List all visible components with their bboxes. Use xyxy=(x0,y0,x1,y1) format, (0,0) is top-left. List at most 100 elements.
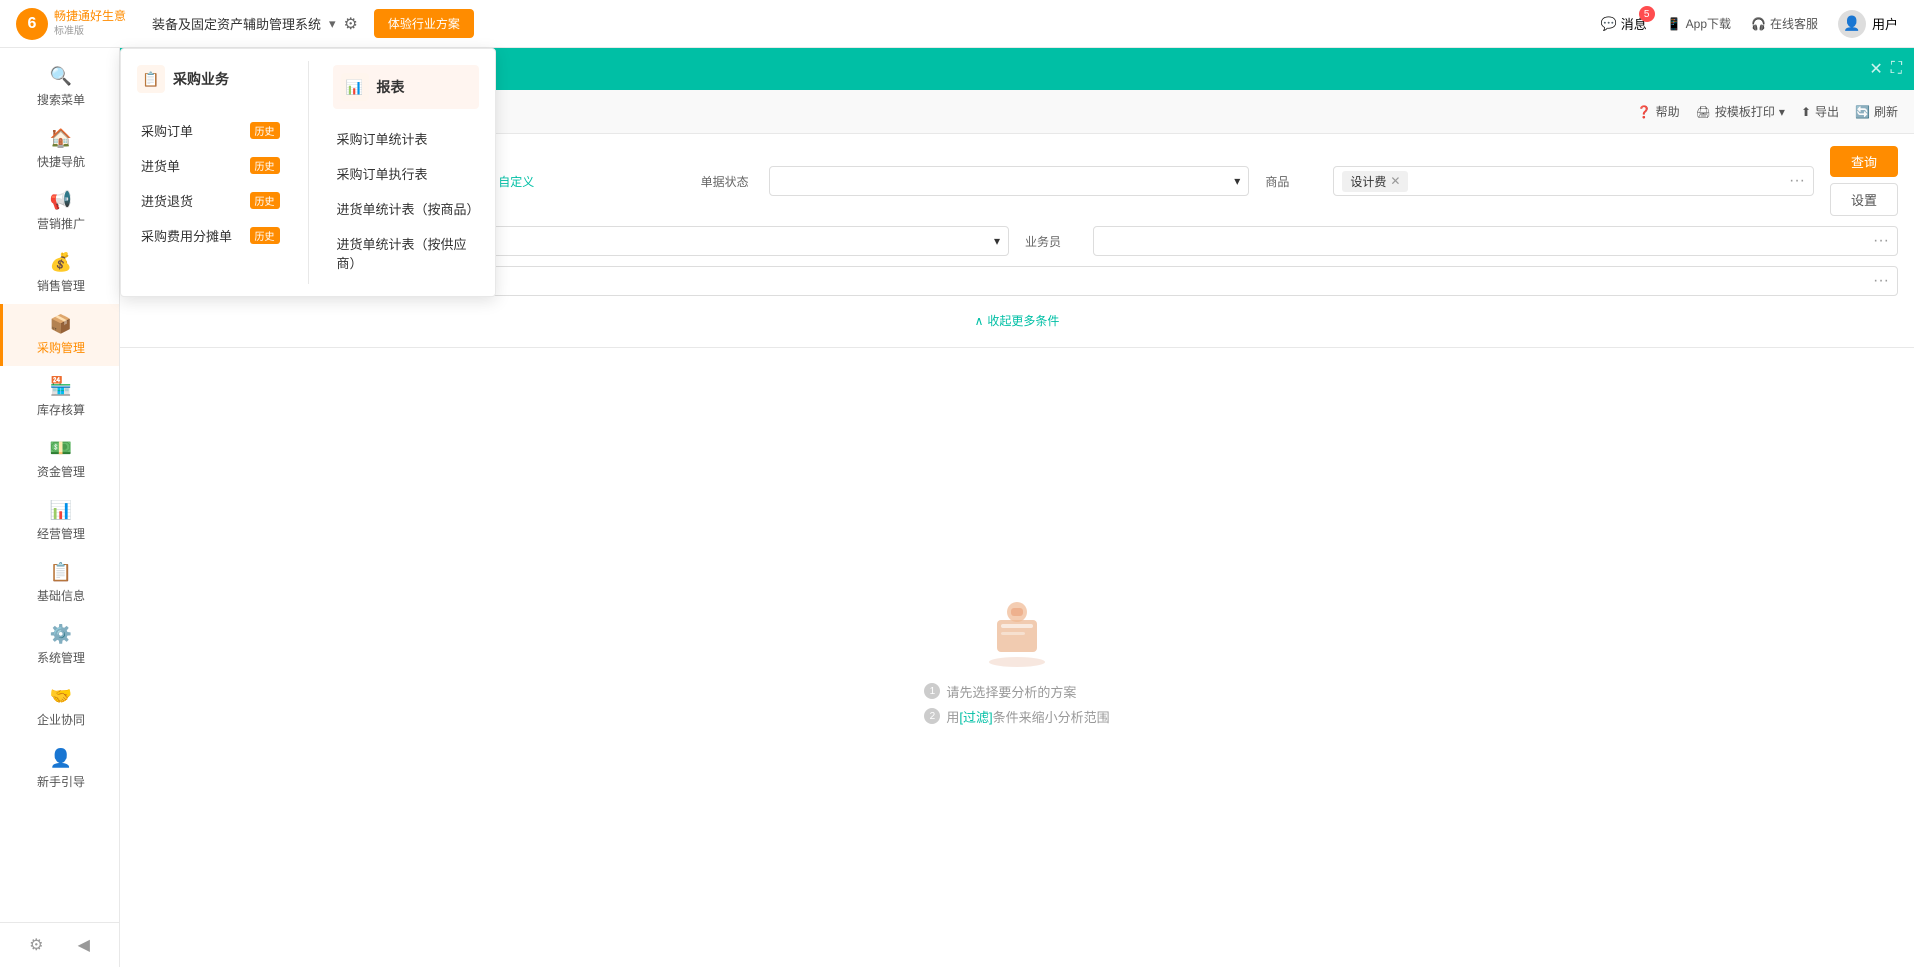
refresh-icon: 🔄 xyxy=(1855,105,1870,119)
home-icon: 🏠 xyxy=(50,128,72,149)
export-icon: ⬆ xyxy=(1801,105,1811,119)
sidebar-item-sales[interactable]: 💰 销售管理 xyxy=(0,242,119,304)
app-download[interactable]: 📱 App下载 xyxy=(1667,15,1731,32)
sidebar-item-inventory[interactable]: 🏪 库存核算 xyxy=(0,366,119,428)
logo-icon: 6 xyxy=(16,8,48,40)
sidebar-label-marketing: 营销推广 xyxy=(37,215,85,232)
sidebar-label-capital: 资金管理 xyxy=(37,463,85,480)
report-column-icon: 📊 xyxy=(341,73,369,101)
logo-area: 6 畅捷通好生意 标准版 xyxy=(16,8,136,40)
guide-icon: 👤 xyxy=(50,748,72,769)
dropdown-item-goods-receipt[interactable]: 进货单 历史 xyxy=(137,148,284,183)
collapse-icon: ∧ xyxy=(975,314,984,328)
message-badge: 5 xyxy=(1639,6,1655,22)
refresh-btn[interactable]: 🔄 刷新 xyxy=(1855,103,1898,120)
online-service[interactable]: 🎧 在线客服 xyxy=(1751,15,1818,32)
empty-state: 1 请先选择要分析的方案 2 用[过滤]条件来缩小分析范围 xyxy=(924,590,1109,726)
goods-filter: 商品 设计费 ✕ ··· xyxy=(1265,166,1814,196)
system-icon: ⚙️ xyxy=(50,624,72,645)
goods-tag: 设计费 ✕ xyxy=(1342,171,1408,192)
tag-close-icon[interactable]: ✕ xyxy=(1390,174,1400,188)
dropdown-item-report-1[interactable]: 采购订单统计表 xyxy=(333,121,480,156)
phone-icon: 📱 xyxy=(1667,17,1682,31)
report-column-title: 报表 xyxy=(377,77,405,97)
report-column: 📊 报表 采购订单统计表 采购订单执行表 进货单统计表（按商品） 进货单统计表（… xyxy=(333,65,480,280)
dropdown-item-report-2[interactable]: 采购订单执行表 xyxy=(333,156,480,191)
salesperson-filter: 业务员 ··· xyxy=(1025,226,1898,256)
status-filter: 单据状态 ▾ xyxy=(701,166,1250,196)
export-btn[interactable]: ⬆ 导出 xyxy=(1801,103,1839,120)
window-close-icon[interactable]: ✕ xyxy=(1869,59,1882,79)
user-area[interactable]: 👤 用户 xyxy=(1838,10,1898,38)
sidebar-item-guide[interactable]: 👤 新手引导 xyxy=(0,738,119,800)
salesperson-dots[interactable]: ··· xyxy=(1873,232,1889,250)
salesperson-label: 业务员 xyxy=(1025,233,1085,250)
capital-icon: 💵 xyxy=(50,438,72,459)
history-badge-2: 历史 xyxy=(250,192,280,209)
purchase-column: 📋 采购业务 采购订单 历史 进货单 历史 进货退货 历史 采购费用分摊单 历史 xyxy=(137,65,284,280)
print-dropdown-icon: ▾ xyxy=(1779,105,1785,119)
goods-more-dots[interactable]: ··· xyxy=(1789,172,1805,190)
query-button[interactable]: 查询 xyxy=(1830,146,1898,177)
purchase-dropdown-menu: 📋 采购业务 采购订单 历史 进货单 历史 进货退货 历史 采购费用分摊单 历史… xyxy=(120,48,496,297)
header-right: 💬 消息 5 📱 App下载 🎧 在线客服 👤 用户 xyxy=(1601,10,1899,38)
system-title: 装备及固定资产辅助管理系统 xyxy=(152,14,321,33)
title-dropdown-icon[interactable]: ▾ xyxy=(329,16,336,32)
sidebar-label-purchase: 采购管理 xyxy=(37,339,85,356)
operations-icon: 📊 xyxy=(50,500,72,521)
bottom-settings-icon[interactable]: ⚙ xyxy=(29,935,43,955)
sidebar-label-enterprise: 企业协同 xyxy=(37,711,85,728)
goods-select[interactable]: 设计费 ✕ ··· xyxy=(1333,166,1814,196)
sidebar-item-search[interactable]: 🔍 搜索菜单 xyxy=(0,56,119,118)
dropdown-item-report-3[interactable]: 进货单统计表（按商品） xyxy=(333,191,480,226)
history-badge-0: 历史 xyxy=(250,122,280,139)
sidebar-label-basic-info: 基础信息 xyxy=(37,587,85,604)
sidebar-label-sales: 销售管理 xyxy=(37,277,85,294)
sidebar-item-purchase[interactable]: 📦 采购管理 xyxy=(0,304,119,366)
settings-icon[interactable]: ⚙ xyxy=(344,14,358,34)
status-label: 单据状态 xyxy=(701,173,761,190)
sidebar-label-search: 搜索菜单 xyxy=(37,91,85,108)
sidebar-item-system[interactable]: ⚙️ 系统管理 xyxy=(0,614,119,676)
sidebar-label-guide: 新手引导 xyxy=(37,773,85,790)
system-title-area: 装备及固定资产辅助管理系统 ▾ ⚙ 体验行业方案 xyxy=(136,9,1601,38)
history-badge-1: 历史 xyxy=(250,157,280,174)
message-notification[interactable]: 💬 消息 5 xyxy=(1601,14,1647,33)
empty-tip-1: 1 请先选择要分析的方案 xyxy=(924,682,1109,701)
date-option-custom[interactable]: 自定义 xyxy=(498,173,534,190)
sidebar-label-system: 系统管理 xyxy=(37,649,85,666)
salesperson-select[interactable]: ··· xyxy=(1093,226,1898,256)
dropdown-item-goods-return[interactable]: 进货退货 历史 xyxy=(137,183,284,218)
setting-button[interactable]: 设置 xyxy=(1830,183,1898,216)
dropdown-divider xyxy=(308,61,309,284)
report-column-header: 📊 报表 xyxy=(333,65,480,109)
sales-icon: 💰 xyxy=(50,252,72,273)
dropdown-item-purchase-expense[interactable]: 采购费用分摊单 历史 xyxy=(137,218,284,253)
industry-btn[interactable]: 体验行业方案 xyxy=(374,9,474,38)
dropdown-item-report-4[interactable]: 进货单统计表（按供应商） xyxy=(333,226,480,280)
main-content: 1 请先选择要分析的方案 2 用[过滤]条件来缩小分析范围 xyxy=(120,348,1914,967)
purchase-icon: 📦 xyxy=(50,314,72,335)
sidebar-item-capital[interactable]: 💵 资金管理 xyxy=(0,428,119,490)
sidebar-bottom: ⚙ ◀ xyxy=(0,922,119,967)
status-select[interactable]: ▾ xyxy=(769,166,1250,196)
purchase-column-header: 📋 采购业务 xyxy=(137,65,284,101)
bottom-collapse-icon[interactable]: ◀ xyxy=(78,935,90,955)
print-icon: 🖨 xyxy=(1696,105,1711,119)
template-print-btn[interactable]: 🖨 按模板打印 ▾ xyxy=(1696,103,1785,120)
user-label: 用户 xyxy=(1872,14,1898,33)
window-maximize-icon[interactable]: ⛶ xyxy=(1891,60,1902,78)
sidebar-item-quick-nav[interactable]: 🏠 快捷导航 xyxy=(0,118,119,180)
collapse-btn[interactable]: ∧ 收起更多条件 xyxy=(136,306,1898,335)
dropdown-item-purchase-order[interactable]: 采购订单 历史 xyxy=(137,113,284,148)
customer-dots[interactable]: ··· xyxy=(1873,272,1889,290)
sidebar-item-operations[interactable]: 📊 经营管理 xyxy=(0,490,119,552)
inventory-icon: 🏪 xyxy=(50,376,72,397)
help-icon: ❓ xyxy=(1637,105,1652,119)
help-btn[interactable]: ❓ 帮助 xyxy=(1637,103,1680,120)
headset-icon: 🎧 xyxy=(1751,17,1766,31)
sidebar-item-enterprise[interactable]: 🤝 企业协同 xyxy=(0,676,119,738)
chevron-down-icon: ▾ xyxy=(994,234,1000,248)
sidebar-item-marketing[interactable]: 📢 营销推广 xyxy=(0,180,119,242)
sidebar-item-basic-info[interactable]: 📋 基础信息 xyxy=(0,552,119,614)
